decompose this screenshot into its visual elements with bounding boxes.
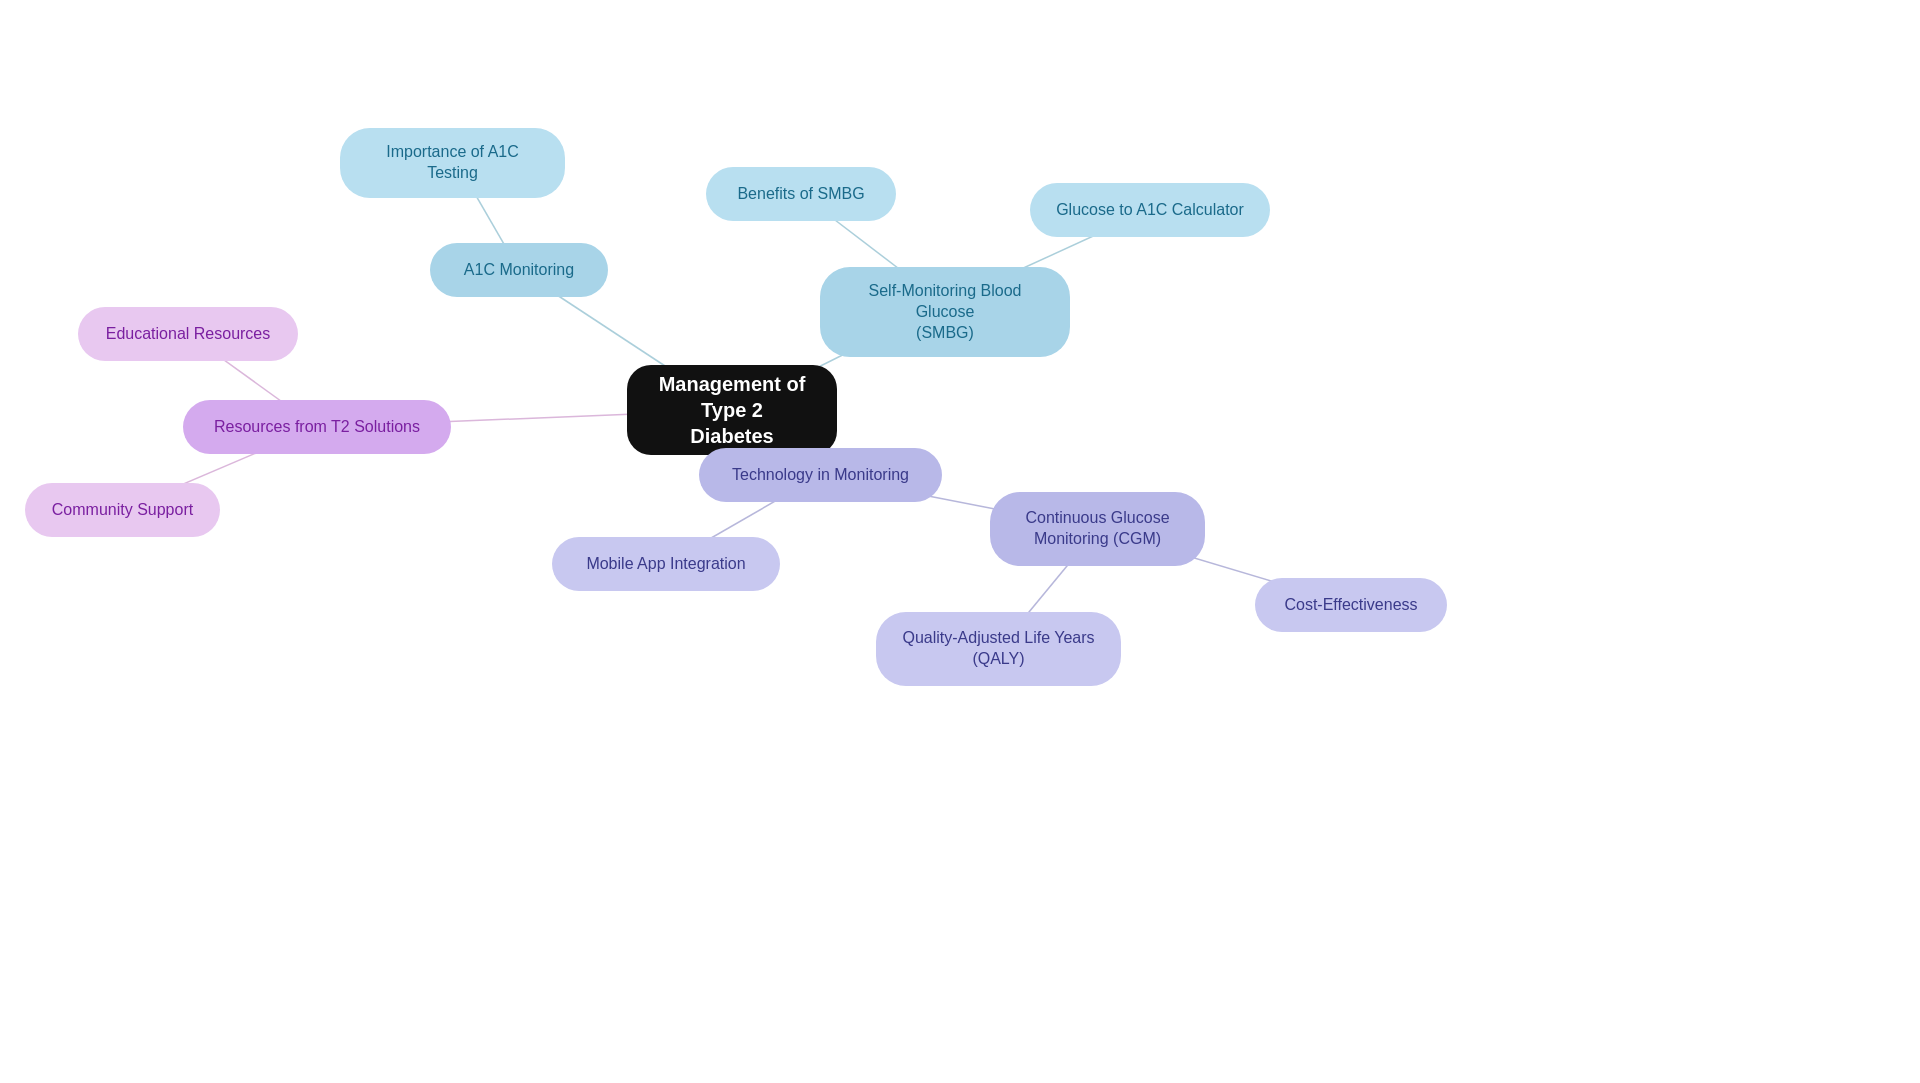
node-importance_a1c[interactable]: Importance of A1C Testing bbox=[340, 128, 565, 198]
node-benefits_smbg[interactable]: Benefits of SMBG bbox=[706, 167, 896, 221]
node-label-tech_monitoring: Technology in Monitoring bbox=[732, 465, 909, 486]
mind-map-container: Management of Type 2 Diabetes A1C Monitor… bbox=[0, 0, 1920, 1083]
node-label-mobile_app: Mobile App Integration bbox=[586, 554, 745, 575]
node-cost_effectiveness[interactable]: Cost-Effectiveness bbox=[1255, 578, 1447, 632]
node-label-center: Management of Type 2 Diabetes bbox=[649, 371, 815, 449]
node-resources_t2[interactable]: Resources from T2 Solutions bbox=[183, 400, 451, 454]
node-label-importance_a1c: Importance of A1C Testing bbox=[362, 142, 543, 184]
node-label-qaly: Quality-Adjusted Life Years (QALY) bbox=[902, 628, 1094, 670]
node-glucose_calc[interactable]: Glucose to A1C Calculator bbox=[1030, 183, 1270, 237]
connections-svg bbox=[0, 0, 1920, 1083]
node-label-educational_resources: Educational Resources bbox=[106, 324, 271, 345]
node-label-cgm: Continuous Glucose Monitoring (CGM) bbox=[1025, 508, 1169, 550]
node-label-smbg: Self-Monitoring Blood Glucose (SMBG) bbox=[842, 281, 1048, 343]
node-tech_monitoring[interactable]: Technology in Monitoring bbox=[699, 448, 942, 502]
node-mobile_app[interactable]: Mobile App Integration bbox=[552, 537, 780, 591]
node-label-a1c_monitoring: A1C Monitoring bbox=[464, 260, 574, 281]
node-label-cost_effectiveness: Cost-Effectiveness bbox=[1284, 595, 1417, 616]
node-community_support[interactable]: Community Support bbox=[25, 483, 220, 537]
node-smbg[interactable]: Self-Monitoring Blood Glucose (SMBG) bbox=[820, 267, 1070, 357]
node-qaly[interactable]: Quality-Adjusted Life Years (QALY) bbox=[876, 612, 1121, 686]
node-a1c_monitoring[interactable]: A1C Monitoring bbox=[430, 243, 608, 297]
node-cgm[interactable]: Continuous Glucose Monitoring (CGM) bbox=[990, 492, 1205, 566]
node-label-glucose_calc: Glucose to A1C Calculator bbox=[1056, 200, 1244, 221]
node-educational_resources[interactable]: Educational Resources bbox=[78, 307, 298, 361]
node-label-resources_t2: Resources from T2 Solutions bbox=[214, 417, 420, 438]
node-center[interactable]: Management of Type 2 Diabetes bbox=[627, 365, 837, 455]
node-label-community_support: Community Support bbox=[52, 500, 193, 521]
node-label-benefits_smbg: Benefits of SMBG bbox=[737, 184, 864, 205]
